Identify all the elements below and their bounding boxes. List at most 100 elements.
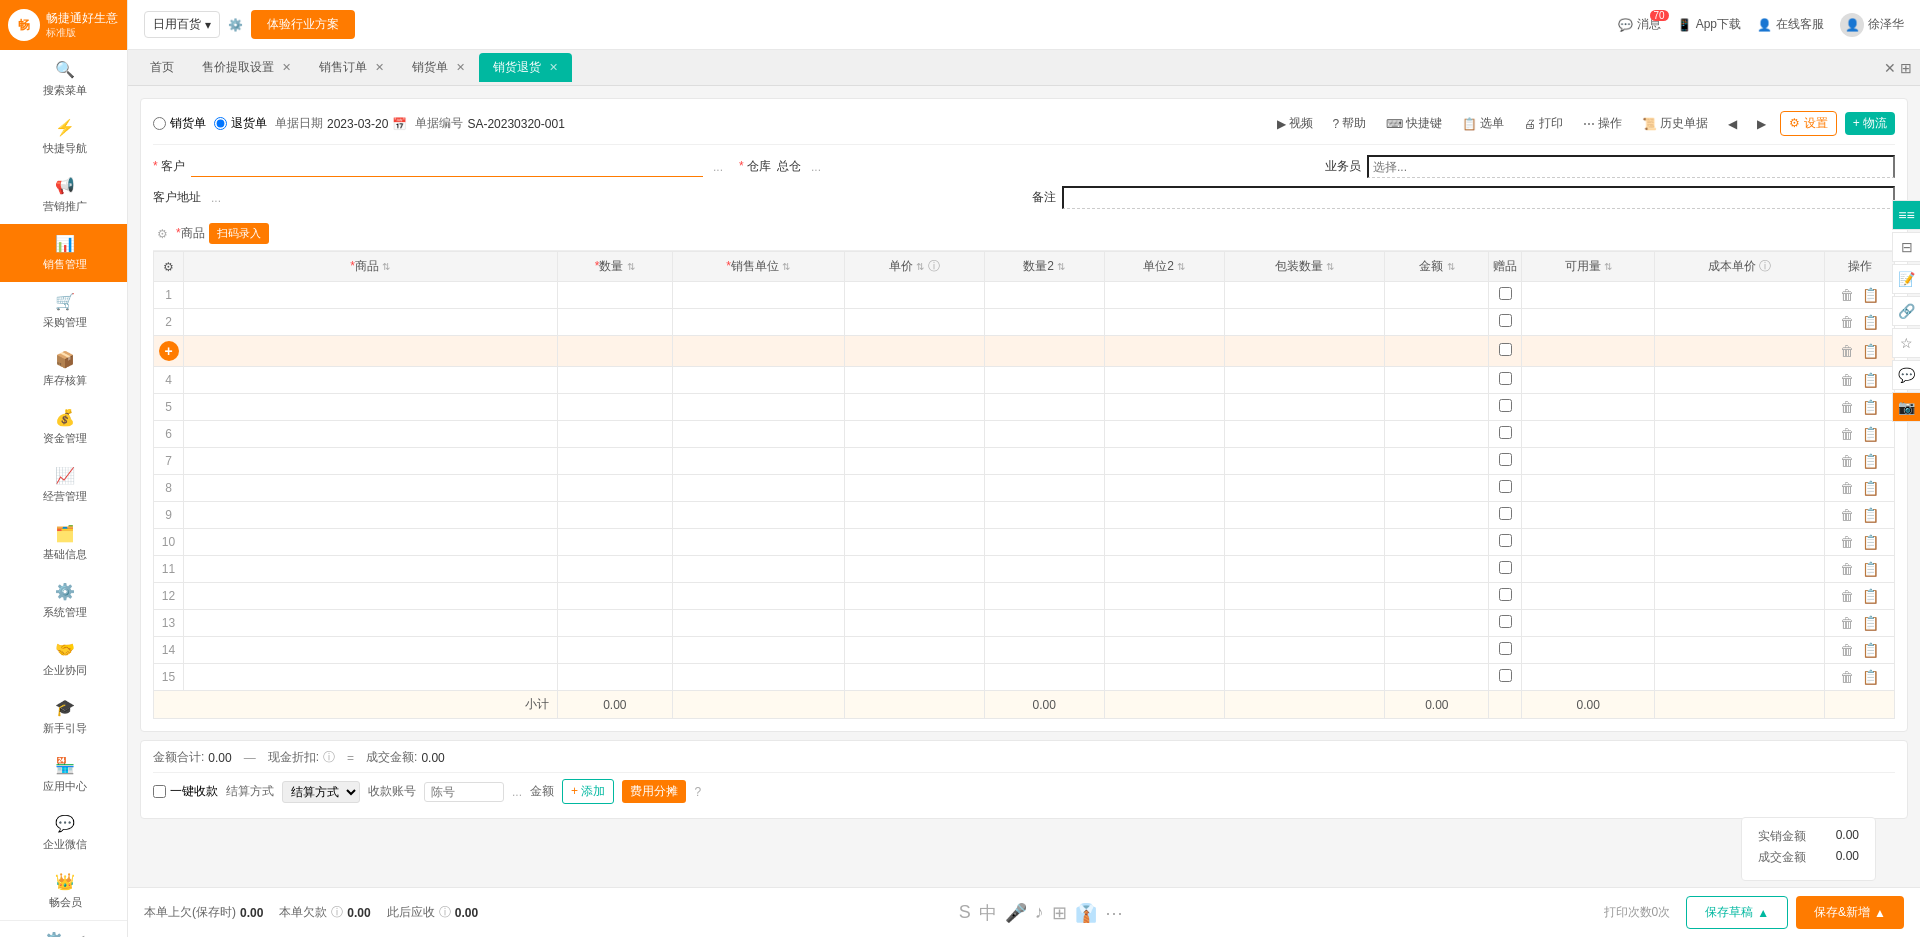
product-cell[interactable] xyxy=(184,637,558,664)
sort-icon-pack[interactable]: ⇅ xyxy=(1326,261,1334,272)
unit-cell[interactable] xyxy=(672,282,844,309)
qty-cell[interactable] xyxy=(557,583,672,610)
unit2-cell[interactable] xyxy=(1104,610,1224,637)
product-cell[interactable] xyxy=(184,502,558,529)
qty-cell[interactable] xyxy=(557,664,672,691)
sort-icon-unit[interactable]: ⇅ xyxy=(782,261,790,272)
qty2-cell[interactable] xyxy=(984,336,1104,367)
price-cell[interactable] xyxy=(844,421,984,448)
print-button[interactable]: 🖨 打印 xyxy=(1518,112,1569,135)
sort-icon-qty[interactable]: ⇅ xyxy=(627,261,635,272)
user-profile-button[interactable]: 👤 徐泽华 xyxy=(1840,13,1904,37)
sidebar-item-finance[interactable]: 💰 资金管理 xyxy=(0,398,127,456)
tab-sales-order[interactable]: 销售订单 ✕ xyxy=(305,53,398,82)
available-cell[interactable] xyxy=(1522,610,1654,637)
sidebar-item-enterprise[interactable]: 🤝 企业协同 xyxy=(0,630,127,688)
gift-cell[interactable] xyxy=(1489,282,1522,309)
sidebar-item-operations[interactable]: 📈 经营管理 xyxy=(0,456,127,514)
amount-cell[interactable] xyxy=(1385,475,1489,502)
radio-return[interactable]: 退货单 xyxy=(214,115,267,132)
product-cell[interactable] xyxy=(184,394,558,421)
copy-row-icon[interactable]: 📋 xyxy=(1862,287,1879,303)
qty-cell[interactable] xyxy=(557,336,672,367)
delete-row-icon[interactable]: 🗑 xyxy=(1840,669,1854,685)
qty-cell[interactable] xyxy=(557,367,672,394)
price-cell[interactable] xyxy=(844,367,984,394)
tab-close-sales-price[interactable]: ✕ xyxy=(282,61,291,74)
gift-checkbox[interactable] xyxy=(1499,480,1512,493)
qty2-cell[interactable] xyxy=(984,394,1104,421)
price-cell[interactable] xyxy=(844,502,984,529)
amount-cell[interactable] xyxy=(1385,556,1489,583)
amount-cell[interactable] xyxy=(1385,529,1489,556)
amount-cell[interactable] xyxy=(1385,421,1489,448)
qty2-cell[interactable] xyxy=(984,475,1104,502)
delete-row-icon[interactable]: 🗑 xyxy=(1840,534,1854,550)
sidebar-item-marketing[interactable]: 📢 营销推广 xyxy=(0,166,127,224)
cost-price-cell[interactable] xyxy=(1654,583,1824,610)
unit-cell[interactable] xyxy=(672,421,844,448)
unit2-cell[interactable] xyxy=(1104,367,1224,394)
sort-icon-price[interactable]: ⇅ xyxy=(916,261,924,272)
delete-row-icon[interactable]: 🗑 xyxy=(1840,287,1854,303)
pack-qty-cell[interactable] xyxy=(1224,610,1385,637)
delete-row-icon[interactable]: 🗑 xyxy=(1840,453,1854,469)
sidebar-item-system[interactable]: ⚙️ 系统管理 xyxy=(0,572,127,630)
sidebar-item-purchase[interactable]: 🛒 采购管理 xyxy=(0,282,127,340)
price-cell[interactable] xyxy=(844,637,984,664)
note-button[interactable]: 📝 xyxy=(1892,264,1920,294)
unit2-cell[interactable] xyxy=(1104,282,1224,309)
qty-cell[interactable] xyxy=(557,282,672,309)
copy-row-icon[interactable]: 📋 xyxy=(1862,507,1879,523)
product-cell[interactable] xyxy=(184,367,558,394)
cost-price-cell[interactable] xyxy=(1654,336,1824,367)
address-dots-button[interactable]: ... xyxy=(211,191,221,205)
shortcut-button[interactable]: ⌨ 快捷键 xyxy=(1380,112,1448,135)
amount-cell[interactable] xyxy=(1385,367,1489,394)
unit2-cell[interactable] xyxy=(1104,336,1224,367)
cost-price-cell[interactable] xyxy=(1654,502,1824,529)
try-solution-button[interactable]: 体验行业方案 xyxy=(251,10,355,39)
unit-cell[interactable] xyxy=(672,529,844,556)
next-record-button[interactable]: ▶ xyxy=(1751,114,1772,134)
available-cell[interactable] xyxy=(1522,529,1654,556)
copy-row-icon[interactable]: 📋 xyxy=(1862,561,1879,577)
price-cell[interactable] xyxy=(844,610,984,637)
gift-checkbox[interactable] xyxy=(1499,399,1512,412)
cost-price-cell[interactable] xyxy=(1654,475,1824,502)
qty2-cell[interactable] xyxy=(984,502,1104,529)
amount-cell[interactable] xyxy=(1385,610,1489,637)
qty2-cell[interactable] xyxy=(984,610,1104,637)
unit2-cell[interactable] xyxy=(1104,421,1224,448)
settings-button[interactable]: ⚙ 设置 xyxy=(1780,111,1836,136)
qty-cell[interactable] xyxy=(557,529,672,556)
unit-cell[interactable] xyxy=(672,502,844,529)
gift-checkbox[interactable] xyxy=(1499,615,1512,628)
pack-qty-cell[interactable] xyxy=(1224,421,1385,448)
delete-row-icon[interactable]: 🗑 xyxy=(1840,561,1854,577)
tab-close-sales-delivery[interactable]: ✕ xyxy=(456,61,465,74)
amount-cell[interactable] xyxy=(1385,336,1489,367)
delete-row-icon[interactable]: 🗑 xyxy=(1840,615,1854,631)
chat-button[interactable]: 💬 xyxy=(1892,360,1920,390)
amount-cell[interactable] xyxy=(1385,502,1489,529)
qty-cell[interactable] xyxy=(557,502,672,529)
customer-input[interactable] xyxy=(191,156,703,177)
unit-cell[interactable] xyxy=(672,367,844,394)
product-input[interactable] xyxy=(188,344,553,358)
pack-qty-cell[interactable] xyxy=(1224,367,1385,394)
cost-price-cell[interactable] xyxy=(1654,309,1824,336)
calendar-icon[interactable]: 📅 xyxy=(392,117,407,131)
gift-cell[interactable] xyxy=(1489,637,1522,664)
unit-cell[interactable] xyxy=(672,394,844,421)
sidebar-item-newbie[interactable]: 🎓 新手引导 xyxy=(0,688,127,746)
account-no-input[interactable] xyxy=(424,782,504,802)
sidebar-item-sales[interactable]: 📊 销售管理 xyxy=(0,224,127,282)
sort-icon-qty2[interactable]: ⇅ xyxy=(1057,261,1065,272)
qty-cell[interactable] xyxy=(557,637,672,664)
link-button[interactable]: 🔗 xyxy=(1892,296,1920,326)
gift-checkbox[interactable] xyxy=(1499,426,1512,439)
cost-price-cell[interactable] xyxy=(1654,367,1824,394)
delete-row-icon[interactable]: 🗑 xyxy=(1840,399,1854,415)
tab-sales-price[interactable]: 售价提取设置 ✕ xyxy=(188,53,305,82)
